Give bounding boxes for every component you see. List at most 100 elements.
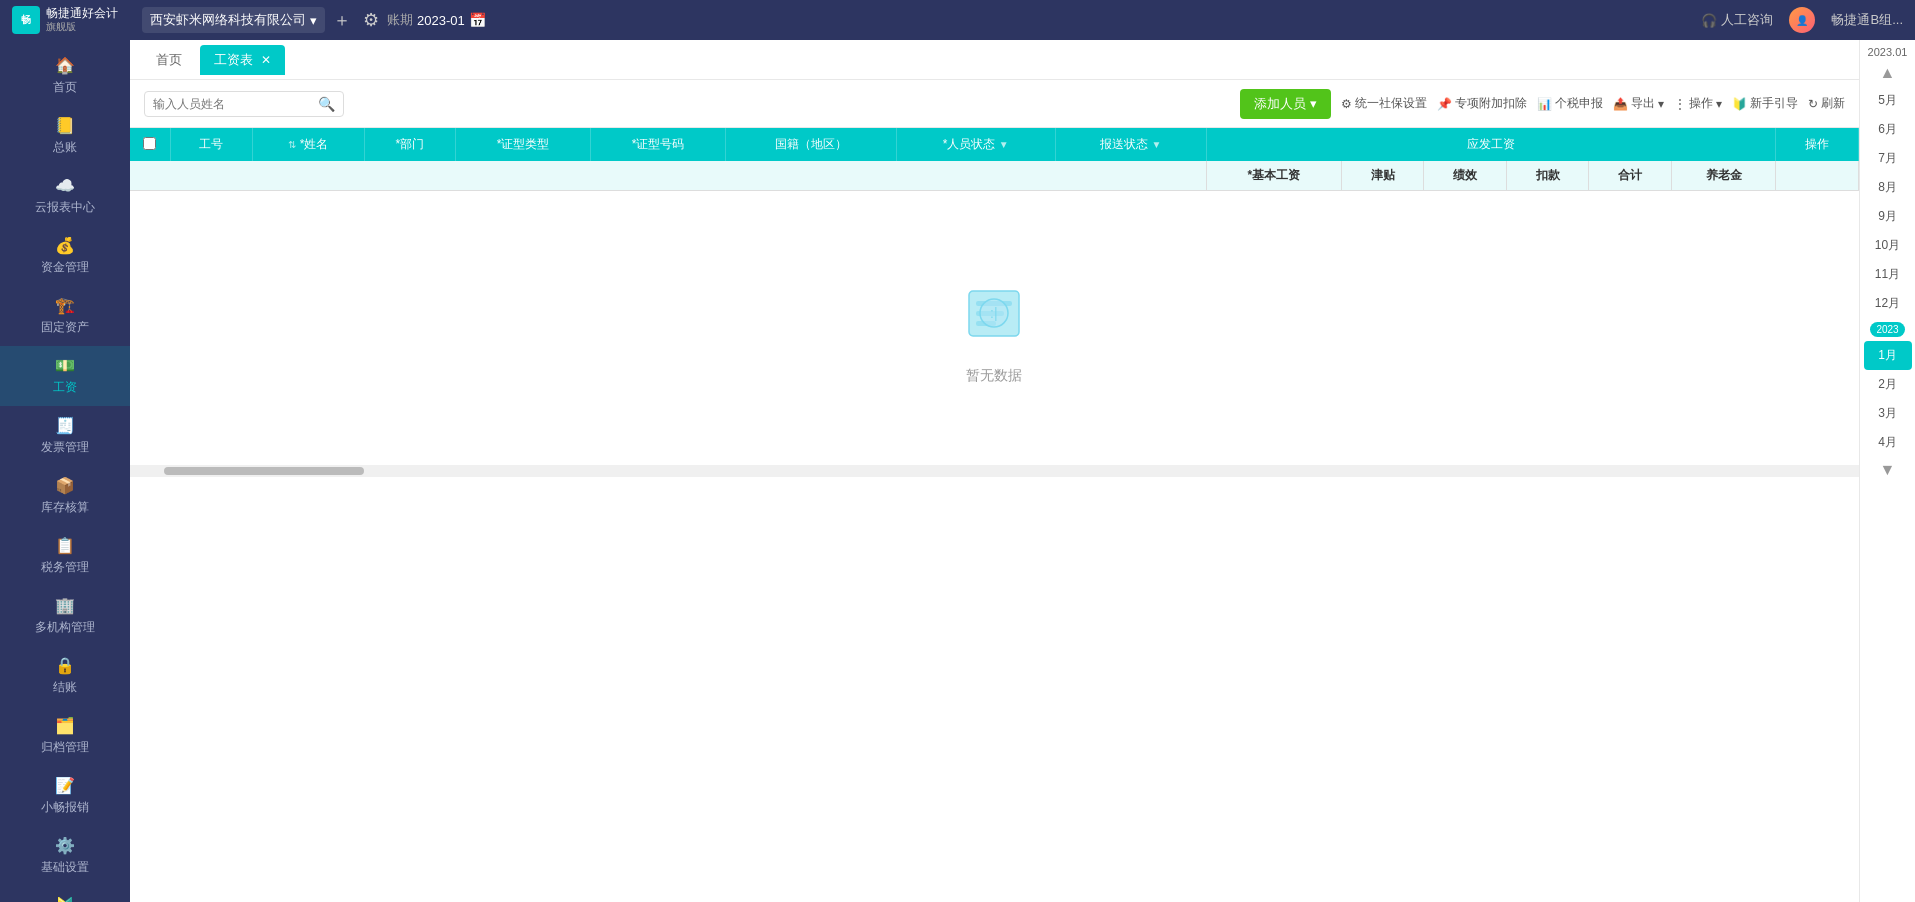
new-guide-btn[interactable]: 🔰 新手引导: [1732, 95, 1798, 112]
export-btn[interactable]: 📤 导出 ▾: [1613, 95, 1664, 112]
empty-svg: :|: [954, 271, 1034, 351]
add-person-btn[interactable]: 添加人员 ▾: [1240, 89, 1331, 119]
sidebar-label-multi: 多机构管理: [35, 619, 95, 636]
logo-area: 畅 畅捷通好会计 旗舰版: [12, 6, 142, 34]
sidebar-item-ledger[interactable]: 📒 总账: [0, 106, 130, 166]
month-2023-03[interactable]: 3月: [1864, 399, 1912, 428]
col-performance: 绩效: [1424, 161, 1507, 191]
sidebar-item-salary[interactable]: 💵 工资: [0, 346, 130, 406]
month-2022-12[interactable]: 12月: [1864, 289, 1912, 318]
calendar-icon[interactable]: 📅: [469, 12, 486, 28]
toolbar: 🔍 添加人员 ▾ ⚙ 统一社保设置 📌 专项附加扣除 📊 个税申报: [130, 80, 1859, 128]
sidebar-item-home[interactable]: 🏠 首页: [0, 46, 130, 106]
table-container: 工号 ⇅ *姓名 *部门 *证型类型 *证型号码 国籍（地区） *人员状态 ▼: [130, 128, 1859, 902]
refresh-btn[interactable]: ↻ 刷新: [1808, 95, 1845, 112]
tax-declaration-label: 个税申报: [1555, 95, 1603, 112]
avatar-icon: 👤: [1796, 15, 1808, 26]
cloud-icon: ☁️: [55, 176, 75, 195]
col-deduction: 扣款: [1506, 161, 1589, 191]
search-input[interactable]: [153, 97, 318, 111]
month-2022-10[interactable]: 10月: [1864, 231, 1912, 260]
sidebar-label-close: 结账: [53, 679, 77, 696]
month-2022-07[interactable]: 7月: [1864, 144, 1912, 173]
sidebar-item-invoice[interactable]: 🧾 发票管理: [0, 406, 130, 466]
sidebar-item-tax[interactable]: 📋 税务管理: [0, 526, 130, 586]
panel-nav-down[interactable]: ▼: [1876, 457, 1900, 483]
sidebar-label-invoice: 发票管理: [41, 439, 89, 456]
refresh-label: 刷新: [1821, 95, 1845, 112]
sidebar-label-archive: 归档管理: [41, 739, 89, 756]
company-selector[interactable]: 西安虾米网络科技有限公司 ▾: [142, 7, 325, 33]
sidebar-item-archive[interactable]: 🗂️ 归档管理: [0, 706, 130, 766]
salary-icon: 💵: [55, 356, 75, 375]
col-report-status: 报送状态 ▼: [1055, 128, 1206, 161]
sidebar-label-ledger: 总账: [53, 139, 77, 156]
month-2023-02[interactable]: 2月: [1864, 370, 1912, 399]
sidebar-item-close[interactable]: 🔒 结账: [0, 646, 130, 706]
add-icon[interactable]: ＋: [333, 8, 351, 32]
tax-declaration-btn[interactable]: 📊 个税申报: [1537, 95, 1603, 112]
col-payroll: 应发工资: [1206, 128, 1776, 161]
user-avatar[interactable]: 👤: [1789, 7, 1815, 33]
select-all-header[interactable]: [130, 128, 170, 161]
operations-label: 操作: [1689, 95, 1713, 112]
main-layout: 🏠 首页 📒 总账 ☁️ 云报表中心 💰 资金管理 🏗️ 固定资产 💵 工资 🧾…: [0, 40, 1915, 902]
home-icon: 🏠: [55, 56, 75, 75]
logo-text: 畅捷通好会计: [46, 6, 118, 20]
table-body: :| 暂无数据: [130, 191, 1859, 466]
tab-close-icon[interactable]: ✕: [261, 53, 271, 67]
content-area: 首页 工资表 ✕ 🔍 添加人员 ▾ ⚙ 统一社保设置: [130, 40, 1859, 902]
sidebar-item-multi[interactable]: 🏢 多机构管理: [0, 586, 130, 646]
top-header: 畅 畅捷通好会计 旗舰版 西安虾米网络科技有限公司 ▾ ＋ ⚙ 账期 2023-…: [0, 0, 1915, 40]
sidebar-item-cloud[interactable]: ☁️ 云报表中心: [0, 166, 130, 226]
report-filter-icon[interactable]: ▼: [1152, 139, 1162, 150]
col-actions: 操作: [1776, 128, 1859, 161]
assets-icon: 🏗️: [55, 296, 75, 315]
sidebar-item-settings[interactable]: ⚙️ 基础设置: [0, 826, 130, 886]
tab-home-label: 首页: [156, 52, 182, 67]
social-security-btn[interactable]: ⚙ 统一社保设置: [1341, 95, 1427, 112]
month-2022-11[interactable]: 11月: [1864, 260, 1912, 289]
headphone-icon: 🎧: [1701, 13, 1717, 28]
empty-text: 暂无数据: [966, 367, 1022, 385]
month-2023-01[interactable]: 1月: [1864, 341, 1912, 370]
sidebar-label-cloud: 云报表中心: [35, 199, 95, 216]
operations-dropdown-icon: ▾: [1716, 97, 1722, 111]
month-2022-09[interactable]: 9月: [1864, 202, 1912, 231]
month-2022-06[interactable]: 6月: [1864, 115, 1912, 144]
tax-icon: 📋: [55, 536, 75, 555]
sidebar-item-guide[interactable]: 🔰 新手引导: [0, 886, 130, 902]
sidebar-item-inventory[interactable]: 📦 库存核算: [0, 466, 130, 526]
invoice-icon: 🧾: [55, 416, 75, 435]
sidebar-label-expense: 小畅报销: [41, 799, 89, 816]
service-btn[interactable]: 🎧 人工咨询: [1701, 11, 1773, 29]
tab-salary-table[interactable]: 工资表 ✕: [200, 45, 285, 75]
special-deduction-btn[interactable]: 📌 专项附加扣除: [1437, 95, 1527, 112]
logo-initials: 畅: [21, 13, 31, 27]
panel-nav-up[interactable]: ▲: [1876, 60, 1900, 86]
settings-icon[interactable]: ⚙: [363, 9, 379, 31]
table-scrollbar[interactable]: [130, 465, 1859, 477]
refresh-icon: ↻: [1808, 97, 1818, 111]
svg-text::|: :|: [990, 305, 998, 321]
operations-btn[interactable]: ⋮ 操作 ▾: [1674, 95, 1722, 112]
empty-state-cell: :| 暂无数据: [130, 191, 1859, 466]
sidebar-item-assets[interactable]: 🏗️ 固定资产: [0, 286, 130, 346]
scroll-thumb[interactable]: [164, 467, 364, 475]
col-id-no: *证型号码: [591, 128, 726, 161]
month-2022-08[interactable]: 8月: [1864, 173, 1912, 202]
month-2023-04[interactable]: 4月: [1864, 428, 1912, 457]
sidebar-item-expense[interactable]: 📝 小畅报销: [0, 766, 130, 826]
month-2022-05[interactable]: 5月: [1864, 86, 1912, 115]
export-dropdown-icon: ▾: [1658, 97, 1664, 111]
sidebar-item-fund[interactable]: 💰 资金管理: [0, 226, 130, 286]
tab-home[interactable]: 首页: [142, 45, 196, 75]
col-status: *人员状态 ▼: [896, 128, 1055, 161]
col-dept: *部门: [364, 128, 455, 161]
inventory-icon: 📦: [55, 476, 75, 495]
status-filter-icon[interactable]: ▼: [999, 139, 1009, 150]
multi-icon: 🏢: [55, 596, 75, 615]
search-box[interactable]: 🔍: [144, 91, 344, 117]
select-all-checkbox[interactable]: [143, 137, 156, 150]
col-total: 合计: [1589, 161, 1672, 191]
